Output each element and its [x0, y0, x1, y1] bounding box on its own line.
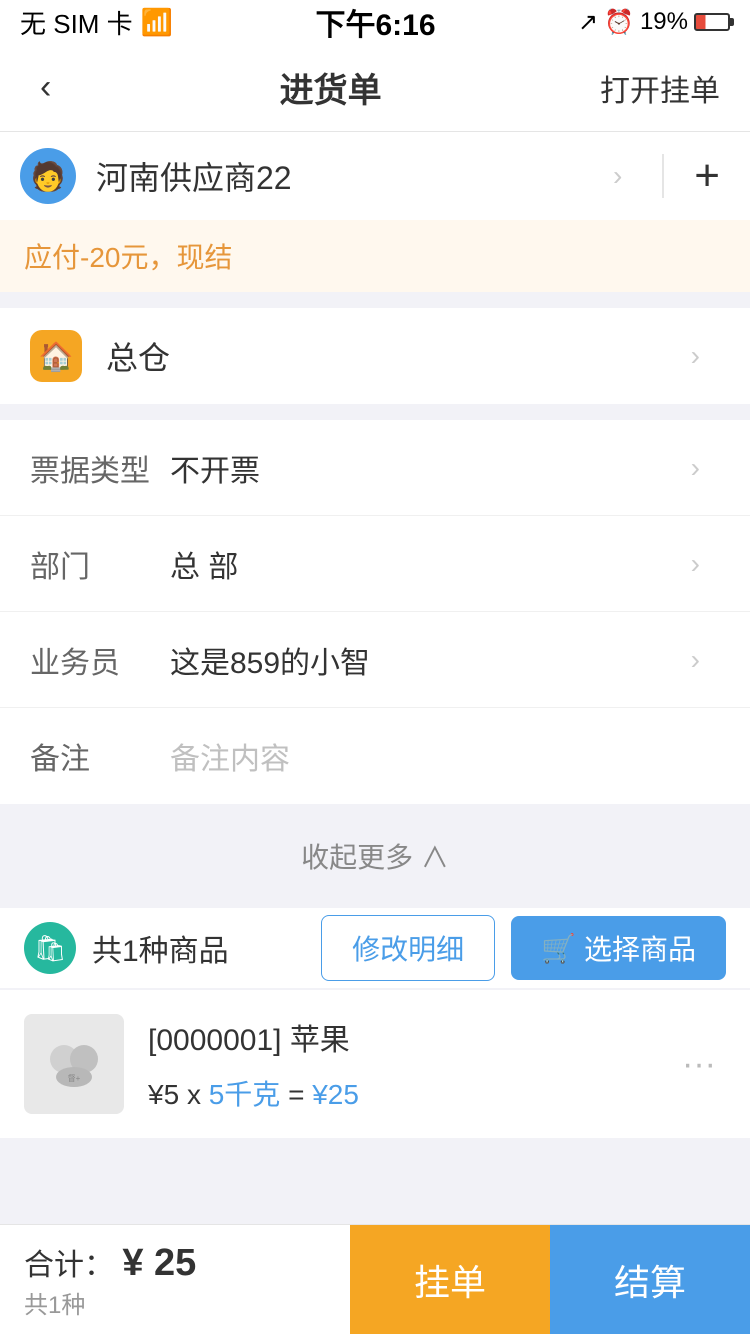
product-header: 🛍 共1种商品 修改明细 🛒 选择商品: [0, 908, 750, 988]
hold-button[interactable]: 挂单: [350, 1225, 550, 1334]
salesman-value: 这是859的小智: [160, 638, 691, 682]
dept-chevron-icon: ›: [691, 548, 700, 580]
warehouse-chevron-icon: ›: [691, 340, 700, 372]
cart-icon: 🛒: [541, 932, 576, 965]
invoice-label: 票据类型: [30, 446, 160, 490]
product-name: [0000001] 苹果: [148, 1015, 672, 1059]
form-section: 票据类型 不开票 › 部门 总 部 › 业务员 这是859的小智 › 备注 备注…: [0, 420, 750, 804]
supplier-avatar: 🧑: [20, 148, 76, 204]
remark-label: 备注: [30, 734, 160, 778]
notice-text: 应付-20元，现结: [24, 242, 232, 273]
bottom-actions: 挂单 结算: [350, 1225, 750, 1334]
salesman-label: 业务员: [30, 638, 160, 682]
status-right: ↗ ⏰ 19%: [578, 8, 730, 37]
svg-text:督+: 督+: [68, 1073, 81, 1083]
supplier-chevron-icon: ›: [613, 160, 622, 192]
invoice-value: 不开票: [160, 446, 691, 490]
product-count: 共1种商品: [92, 926, 321, 970]
back-button[interactable]: ‹: [30, 58, 61, 117]
supplier-divider: [662, 154, 664, 198]
battery-percent: 19%: [640, 8, 688, 36]
select-product-button[interactable]: 🛒 选择商品: [511, 916, 726, 980]
product-cart-icon: 🛍: [24, 922, 76, 974]
open-pending-button[interactable]: 打开挂单: [600, 66, 720, 110]
supplier-row[interactable]: 🧑 河南供应商22 › +: [0, 132, 750, 220]
invoice-row[interactable]: 票据类型 不开票 ›: [0, 420, 750, 516]
total-row: 合计： ¥ 25: [24, 1240, 326, 1285]
alarm-icon: ⏰: [604, 8, 634, 37]
total-amount: ¥ 25: [122, 1242, 196, 1284]
nav-bar: ‹ 进货单 打开挂单: [0, 44, 750, 132]
dept-value: 总 部: [160, 542, 691, 586]
remark-row[interactable]: 备注 备注内容: [0, 708, 750, 804]
product-thumbnail: 督+: [24, 1014, 124, 1114]
collapse-toggle[interactable]: 收起更多 ∧: [0, 820, 750, 892]
avatar-icon: 🧑: [31, 160, 66, 193]
total-info: 合计： ¥ 25 共1种: [0, 1225, 350, 1334]
dept-label: 部门: [30, 542, 160, 586]
page-title: 进货单: [280, 63, 382, 112]
edit-detail-button[interactable]: 修改明细: [321, 915, 495, 981]
total-label: 合计： ¥ 25: [24, 1249, 196, 1282]
status-time: 下午6:16: [315, 0, 435, 44]
product-info: [0000001] 苹果 ¥5 x 5千克 = ¥25: [148, 1015, 672, 1113]
checkout-button[interactable]: 结算: [550, 1225, 750, 1334]
wifi-icon: 📶: [141, 7, 173, 38]
warehouse-label: 总仓: [106, 333, 691, 379]
product-card: 督+ [0000001] 苹果 ¥5 x 5千克 = ¥25 ···: [0, 990, 750, 1138]
location-icon: ↗: [578, 8, 598, 37]
content-area: 🧑 河南供应商22 › + 应付-20元，现结 🏠 总仓 › 票据类型 不开票 …: [0, 132, 750, 1274]
collapse-label: 收起更多 ∧: [301, 836, 449, 876]
salesman-chevron-icon: ›: [691, 644, 700, 676]
dept-row[interactable]: 部门 总 部 ›: [0, 516, 750, 612]
total-count: 共1种: [24, 1285, 326, 1320]
remark-input[interactable]: 备注内容: [160, 734, 720, 778]
salesman-row[interactable]: 业务员 这是859的小智 ›: [0, 612, 750, 708]
bottom-bar: 合计： ¥ 25 共1种 挂单 结算: [0, 1224, 750, 1334]
product-more-button[interactable]: ···: [672, 1035, 726, 1094]
warehouse-icon: 🏠: [30, 330, 82, 382]
product-price: ¥5 x 5千克 = ¥25: [148, 1073, 672, 1113]
supplier-section: 🧑 河南供应商22 › +: [0, 132, 750, 220]
supplier-name: 河南供应商22: [96, 153, 613, 199]
add-supplier-button[interactable]: +: [684, 151, 730, 201]
invoice-chevron-icon: ›: [691, 452, 700, 484]
warehouse-section: 🏠 总仓 ›: [0, 308, 750, 404]
status-bar: 无 SIM 卡 📶 下午6:16 ↗ ⏰ 19%: [0, 0, 750, 44]
notice-banner: 应付-20元，现结: [0, 220, 750, 292]
warehouse-row[interactable]: 🏠 总仓 ›: [0, 308, 750, 404]
status-carrier: 无 SIM 卡 📶: [20, 4, 173, 41]
battery-icon: [694, 13, 730, 31]
